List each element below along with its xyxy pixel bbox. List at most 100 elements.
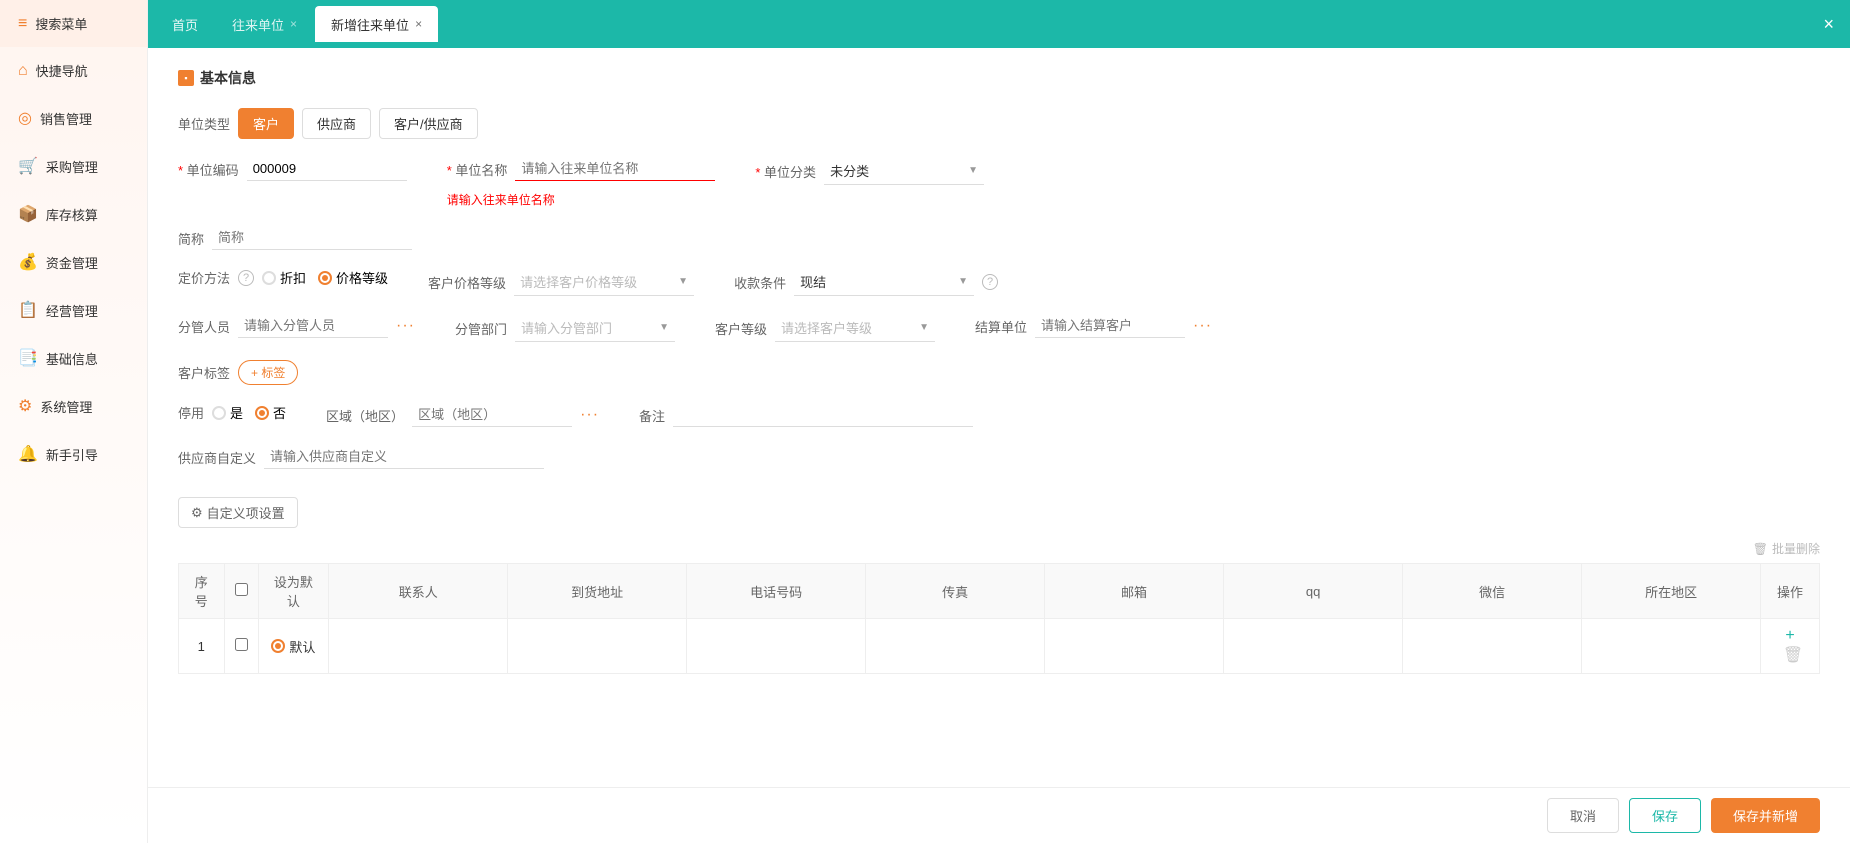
sidebar-item-system[interactable]: ⚙ 系统管理	[0, 382, 147, 430]
customer-price-level-field: 客户价格等级 请选择客户价格等级 ▼	[428, 268, 694, 296]
settlement-more-btn[interactable]: ···	[1193, 317, 1212, 335]
row-wechat[interactable]	[1403, 619, 1582, 674]
unit-type-both[interactable]: 客户/供应商	[379, 108, 478, 139]
sidebar-item-operation[interactable]: 📋 经营管理	[0, 286, 147, 334]
row-contact-input[interactable]	[339, 639, 497, 654]
home-icon: ⌂	[18, 62, 28, 80]
customer-level-field: 客户等级 请选择客户等级 ▼	[715, 314, 935, 342]
tab-partners[interactable]: 往来单位 ×	[216, 6, 313, 42]
system-icon: ⚙	[18, 396, 32, 416]
supplier-custom-input[interactable]	[264, 445, 544, 469]
payment-terms-select[interactable]: 现结 ▼	[794, 268, 974, 296]
row-region-input[interactable]	[1592, 639, 1750, 654]
row-fax-input[interactable]	[876, 639, 1034, 654]
row-phone-input[interactable]	[697, 639, 855, 654]
row-email[interactable]	[1045, 619, 1224, 674]
row-qq[interactable]	[1224, 619, 1403, 674]
unit-category-chevron: ▼	[968, 165, 978, 176]
unit-type-supplier[interactable]: 供应商	[302, 108, 371, 139]
col-phone: 电话号码	[687, 564, 866, 619]
col-checkbox	[224, 564, 258, 619]
col-action: 操作	[1761, 564, 1820, 619]
sidebar-item-sales[interactable]: ◎ 销售管理	[0, 94, 147, 142]
footer-bar: 取消 保存 保存并新增	[148, 787, 1850, 843]
row-email-input[interactable]	[1055, 639, 1213, 654]
row-default-radio-item[interactable]: 默认	[269, 637, 319, 656]
row-contact[interactable]	[329, 619, 508, 674]
tab-new-partner-close[interactable]: ×	[415, 18, 422, 30]
region-more-btn[interactable]: ···	[580, 406, 599, 424]
window-close-button[interactable]: ×	[1815, 10, 1842, 39]
disabled-no-radio	[255, 406, 269, 420]
select-all-checkbox[interactable]	[235, 583, 248, 596]
row-add-btn[interactable]: +	[1785, 627, 1794, 644]
remarks-input[interactable]	[673, 403, 973, 427]
col-default: 设为默认	[258, 564, 329, 619]
sidebar-item-search[interactable]: ≡ 搜索菜单	[0, 0, 147, 47]
disabled-no-option[interactable]: 否	[255, 403, 286, 422]
row-qq-input[interactable]	[1234, 639, 1392, 654]
cancel-button[interactable]: 取消	[1547, 798, 1619, 833]
unit-name-input[interactable]	[515, 157, 715, 181]
sales-icon: ◎	[18, 108, 32, 128]
department-label: 分管部门	[455, 319, 507, 338]
add-tag-button[interactable]: + 标签	[238, 360, 298, 385]
customer-level-select[interactable]: 请选择客户等级 ▼	[775, 314, 935, 342]
row-fax[interactable]	[866, 619, 1045, 674]
manager-more-btn[interactable]: ···	[396, 317, 415, 335]
short-name-input[interactable]	[212, 226, 412, 250]
disabled-yes-option[interactable]: 是	[212, 403, 243, 422]
sidebar-item-purchase[interactable]: 🛒 采购管理	[0, 142, 147, 190]
settlement-unit-field: 结算单位 ···	[975, 314, 1212, 338]
table-header-row: 序号 设为默认 联系人 到货地址 电话号码 传真 邮箱 qq 微信 所在地区 操…	[179, 564, 1820, 619]
row-delete-btn[interactable]: 🗑	[1783, 647, 1803, 664]
region-input[interactable]	[412, 403, 572, 427]
pricing-level-option[interactable]: 价格等级	[318, 268, 388, 287]
form-content: ▪ 基本信息 单位类型 客户 供应商 客户/供应商 单位编码 单位名称	[148, 48, 1850, 787]
sidebar-item-guide[interactable]: 🔔 新手引导	[0, 430, 147, 478]
col-region: 所在地区	[1582, 564, 1761, 619]
section-header: ▪ 基本信息	[178, 68, 1820, 88]
pricing-help-icon[interactable]: ?	[238, 270, 254, 286]
row-address[interactable]	[508, 619, 687, 674]
customer-tag-row: 客户标签 + 标签	[178, 360, 1820, 385]
pricing-discount-option[interactable]: 折扣	[262, 268, 306, 287]
row-phone[interactable]	[687, 619, 866, 674]
customer-level-label: 客户等级	[715, 319, 767, 338]
unit-type-field: 单位类型 客户 供应商 客户/供应商	[178, 108, 478, 139]
tab-partners-close[interactable]: ×	[290, 18, 297, 30]
department-select[interactable]: 请输入分管部门 ▼	[515, 314, 675, 342]
operation-icon: 📋	[18, 300, 38, 320]
sidebar-item-basic[interactable]: 📑 基础信息	[0, 334, 147, 382]
payment-terms-help-icon[interactable]: ?	[982, 274, 998, 290]
unit-category-field: 单位分类 未分类 ▼	[755, 157, 984, 185]
sidebar-item-quicknav[interactable]: ⌂ 快捷导航	[0, 47, 147, 94]
row-checkbox-cell	[224, 619, 258, 674]
tab-new-partner[interactable]: 新增往来单位 ×	[315, 6, 438, 42]
main-area: 首页 往来单位 × 新增往来单位 × × ▪ 基本信息 单位类型 客户 供应商	[148, 0, 1850, 843]
purchase-icon: 🛒	[18, 156, 38, 176]
sidebar-item-inventory[interactable]: 📦 库存核算	[0, 190, 147, 238]
row-region[interactable]	[1582, 619, 1761, 674]
manager-input[interactable]	[238, 314, 388, 338]
custom-settings-button[interactable]: ⚙ 自定义项设置	[178, 497, 298, 528]
batch-delete-button[interactable]: 🗑 批量删除	[1753, 540, 1820, 557]
unit-category-select[interactable]: 未分类 ▼	[824, 157, 984, 185]
row-checkbox[interactable]	[235, 638, 248, 651]
unit-code-input[interactable]	[247, 157, 407, 181]
code-name-category-row: 单位编码 单位名称 请输入往来单位名称 单位分类 未分类 ▼	[178, 157, 1820, 208]
pricing-row: 定价方法 ? 折扣 价格等级 客户价格等级 请选择客户价格等级	[178, 268, 1820, 296]
batch-delete-area: 🗑 批量删除	[178, 540, 1820, 557]
settlement-unit-input[interactable]	[1035, 314, 1185, 338]
row-wechat-input[interactable]	[1413, 639, 1571, 654]
search-icon: ≡	[18, 15, 27, 33]
tab-home[interactable]: 首页	[156, 6, 214, 42]
save-new-button[interactable]: 保存并新增	[1711, 798, 1820, 833]
unit-type-customer[interactable]: 客户	[238, 108, 294, 139]
sidebar-item-finance[interactable]: 💰 资金管理	[0, 238, 147, 286]
col-address: 到货地址	[508, 564, 687, 619]
row-address-input[interactable]	[518, 639, 676, 654]
customer-price-level-select[interactable]: 请选择客户价格等级 ▼	[514, 268, 694, 296]
save-button[interactable]: 保存	[1629, 798, 1701, 833]
supplier-custom-field: 供应商自定义	[178, 445, 544, 469]
